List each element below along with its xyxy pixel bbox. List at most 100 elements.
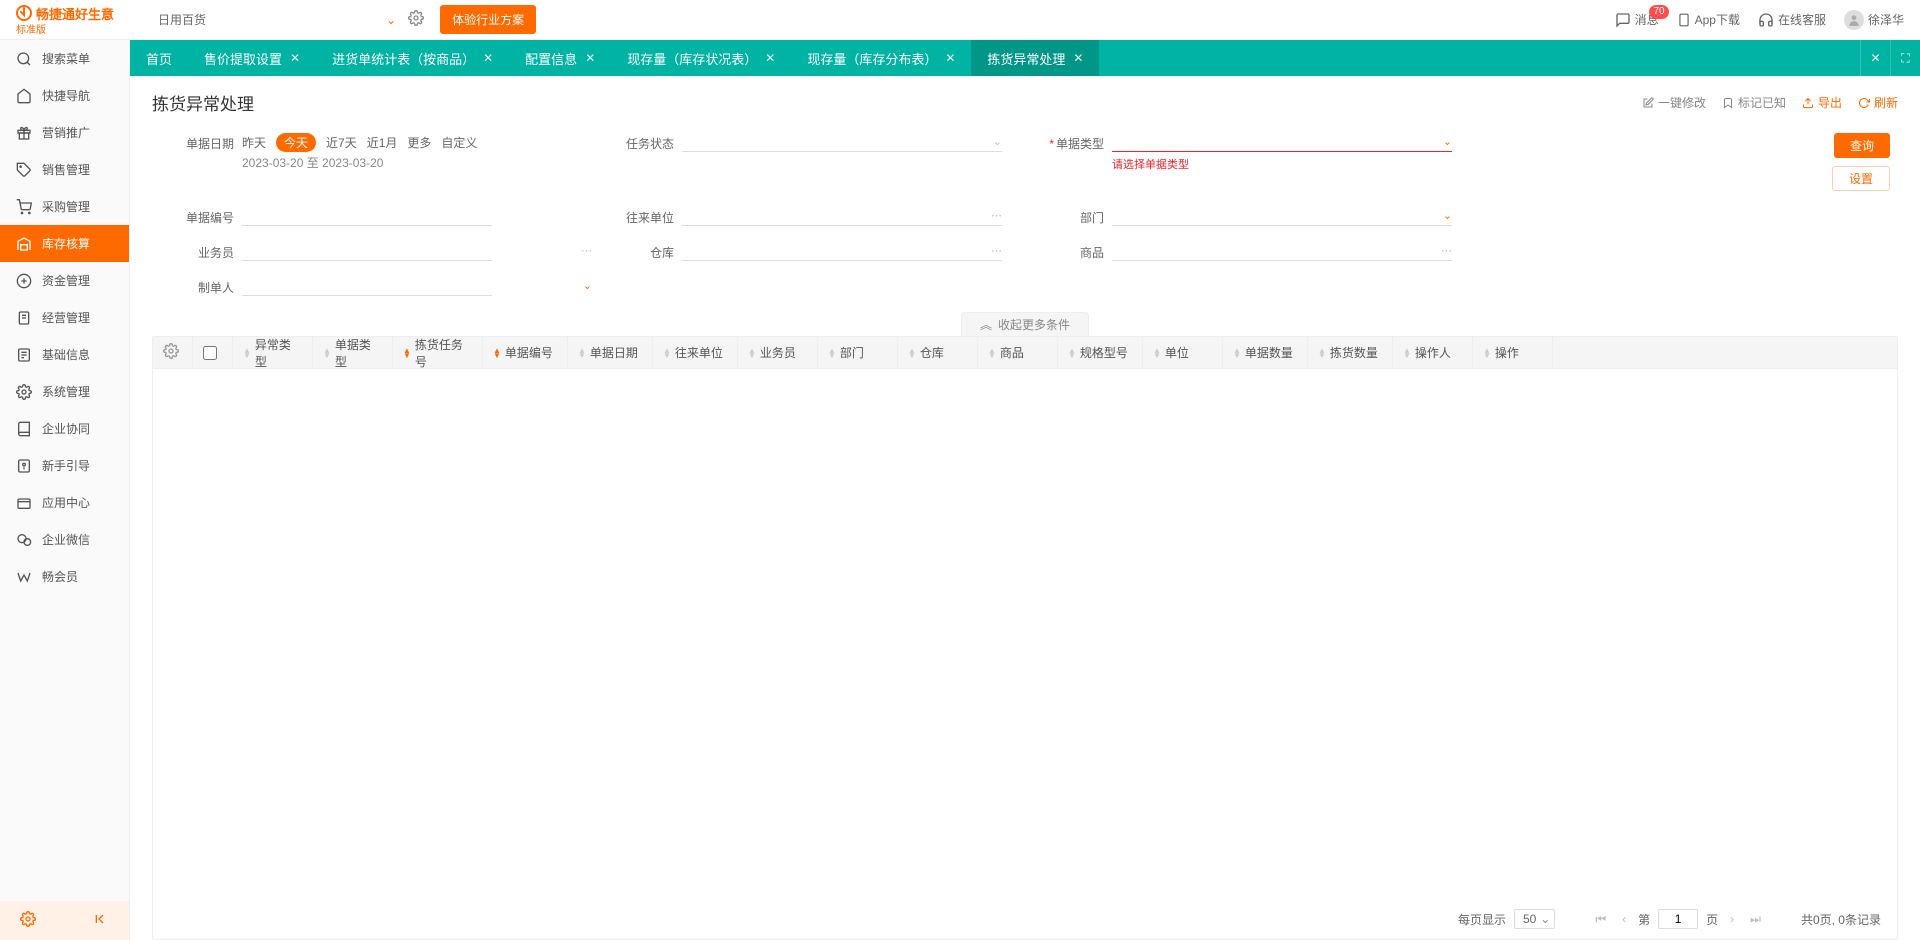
doc-no-input[interactable]	[242, 207, 492, 226]
select-all-checkbox[interactable]	[203, 346, 217, 360]
settings-gear-icon[interactable]	[20, 911, 36, 930]
more-icon[interactable]: ⋯	[991, 209, 1002, 222]
collapse-sidebar-icon[interactable]	[93, 911, 109, 930]
tab-现存量（库存分布表）[interactable]: 现存量（库存分布表）✕	[791, 40, 971, 76]
page-next-button[interactable]: ›	[1726, 912, 1738, 926]
tab-进货单统计表（按商品）[interactable]: 进货单统计表（按商品）✕	[316, 40, 509, 76]
tab-现存量（库存状况表）[interactable]: 现存量（库存状况表） ✕	[611, 40, 791, 76]
chevron-down-icon[interactable]: ⌄	[583, 279, 592, 292]
sidebar-item-销售管理[interactable]: 销售管理	[0, 151, 129, 188]
col-异常类型[interactable]: ▲▼异常类型	[233, 337, 313, 368]
task-status-select[interactable]	[682, 133, 1002, 152]
col-操作[interactable]: ▲▼操作	[1473, 337, 1553, 368]
sidebar-item-资金管理[interactable]: 资金管理	[0, 262, 129, 299]
sales-input[interactable]	[242, 242, 492, 261]
doc-type-select[interactable]	[1112, 133, 1452, 152]
settings-button[interactable]: 设置	[1832, 166, 1890, 191]
col-商品[interactable]: ▲▼商品	[978, 337, 1058, 368]
close-icon[interactable]: ✕	[483, 51, 493, 65]
user-menu[interactable]: 徐泽华	[1844, 10, 1904, 30]
try-industry-plan-button[interactable]: 体验行业方案	[440, 5, 536, 34]
sidebar-item-基础信息[interactable]: 基础信息	[0, 336, 129, 373]
creator-select[interactable]	[242, 277, 492, 296]
product-input[interactable]	[1112, 242, 1452, 261]
col-单据日期[interactable]: ▲▼单据日期	[568, 337, 653, 368]
date-chip-近7天[interactable]: 近7天	[326, 134, 357, 151]
col-部门[interactable]: ▲▼部门	[818, 337, 898, 368]
col-gear[interactable]	[153, 337, 193, 368]
date-chip-今天[interactable]: 今天	[276, 133, 316, 152]
mark-known-button[interactable]: 标记已知	[1722, 94, 1786, 111]
col-仓库[interactable]: ▲▼仓库	[898, 337, 978, 368]
dept-select[interactable]	[1112, 207, 1452, 226]
chevron-down-icon[interactable]: ⌄	[1443, 209, 1452, 222]
partner-input[interactable]	[682, 207, 1002, 226]
date-chip-自定义[interactable]: 自定义	[441, 134, 477, 151]
page-last-button[interactable]: ⏭	[1746, 912, 1765, 927]
tab-拣货异常处理[interactable]: 拣货异常处理✕	[971, 40, 1099, 76]
col-规格型号[interactable]: ▲▼规格型号	[1058, 337, 1143, 368]
app-download-button[interactable]: App下载	[1677, 11, 1740, 28]
online-service-button[interactable]: 在线客服	[1758, 11, 1826, 28]
date-chip-更多[interactable]: 更多	[407, 134, 431, 151]
page-first-button[interactable]: ⏮	[1591, 912, 1610, 927]
col-单位[interactable]: ▲▼单位	[1143, 337, 1223, 368]
col-拣货数量[interactable]: ▲▼拣货数量	[1308, 337, 1393, 368]
page-prev-button[interactable]: ‹	[1618, 912, 1630, 926]
query-button[interactable]: 查询	[1834, 133, 1890, 158]
col-单据类型[interactable]: ▲▼单据类型	[313, 337, 393, 368]
store-settings-icon[interactable]	[408, 10, 424, 29]
sidebar-item-采购管理[interactable]: 采购管理	[0, 188, 129, 225]
messages-button[interactable]: 消息 70	[1615, 11, 1659, 28]
sidebar-item-营销推广[interactable]: 营销推广	[0, 114, 129, 151]
col-拣货任务号[interactable]: ▲▼拣货任务号	[393, 337, 483, 368]
date-chip-昨天[interactable]: 昨天	[242, 134, 266, 151]
sidebar-item-快捷导航[interactable]: 快捷导航	[0, 77, 129, 114]
col-操作人[interactable]: ▲▼操作人	[1393, 337, 1473, 368]
sidebar-item-畅会员[interactable]: 畅会员	[0, 558, 129, 595]
sidebar-item-新手引导[interactable]: 新手引导	[0, 447, 129, 484]
col-label: 拣货数量	[1330, 344, 1378, 361]
sort-icon: ▲▼	[243, 348, 251, 358]
tab-label: 现存量（库存状况表）	[627, 49, 757, 68]
horizontal-scrollbar[interactable]	[161, 883, 1889, 895]
warehouse-input[interactable]	[682, 242, 1002, 261]
chevron-down-icon[interactable]: ⌄	[1443, 135, 1452, 148]
export-button[interactable]: 导出	[1802, 94, 1842, 111]
close-icon[interactable]: ✕	[765, 51, 775, 65]
more-icon[interactable]: ⋯	[581, 244, 592, 257]
sidebar-item-搜索菜单[interactable]: 搜索菜单	[0, 40, 129, 77]
page-number-input[interactable]	[1658, 909, 1698, 929]
batch-edit-button[interactable]: 一键修改	[1642, 94, 1706, 111]
tabs-close-button[interactable]: ✕	[1860, 40, 1890, 76]
close-icon[interactable]: ✕	[945, 51, 955, 65]
col-业务员[interactable]: ▲▼业务员	[738, 337, 818, 368]
tabs-fullscreen-button[interactable]: ⛶	[1890, 40, 1920, 76]
close-icon[interactable]: ✕	[290, 51, 300, 65]
filter-doc-no-label: 单据编号	[152, 207, 242, 226]
tab-售价提取设置[interactable]: 售价提取设置✕	[188, 40, 316, 76]
sidebar-item-企业微信[interactable]: 企业微信	[0, 521, 129, 558]
page-size-select[interactable]: 50 ⌄	[1514, 909, 1555, 929]
close-icon[interactable]: ✕	[1073, 51, 1083, 65]
collapse-filters-button[interactable]: ︽ 收起更多条件	[961, 312, 1089, 336]
close-icon[interactable]: ✕	[585, 51, 595, 65]
tab-首页[interactable]: 首页	[130, 40, 188, 76]
store-select[interactable]: 日用百货 ⌄	[158, 11, 396, 28]
date-chip-近1月[interactable]: 近1月	[367, 134, 398, 151]
sidebar-item-经营管理[interactable]: 经营管理	[0, 299, 129, 336]
sidebar-item-系统管理[interactable]: 系统管理	[0, 373, 129, 410]
refresh-button[interactable]: 刷新	[1858, 94, 1898, 111]
sidebar-item-企业协同[interactable]: 企业协同	[0, 410, 129, 447]
chevron-down-icon[interactable]: ⌄	[993, 135, 1002, 148]
more-icon[interactable]: ⋯	[1441, 244, 1452, 257]
col-checkbox[interactable]	[193, 337, 233, 368]
sidebar-item-库存核算[interactable]: 库存核算	[0, 225, 129, 262]
more-icon[interactable]: ⋯	[991, 244, 1002, 257]
col-单据数量[interactable]: ▲▼单据数量	[1223, 337, 1308, 368]
col-往来单位[interactable]: ▲▼往来单位	[653, 337, 738, 368]
tab-配置信息[interactable]: 配置信息✕	[509, 40, 611, 76]
col-单据编号[interactable]: ▲▼单据编号	[483, 337, 568, 368]
sidebar-item-应用中心[interactable]: 应用中心	[0, 484, 129, 521]
message-icon	[1615, 12, 1631, 28]
